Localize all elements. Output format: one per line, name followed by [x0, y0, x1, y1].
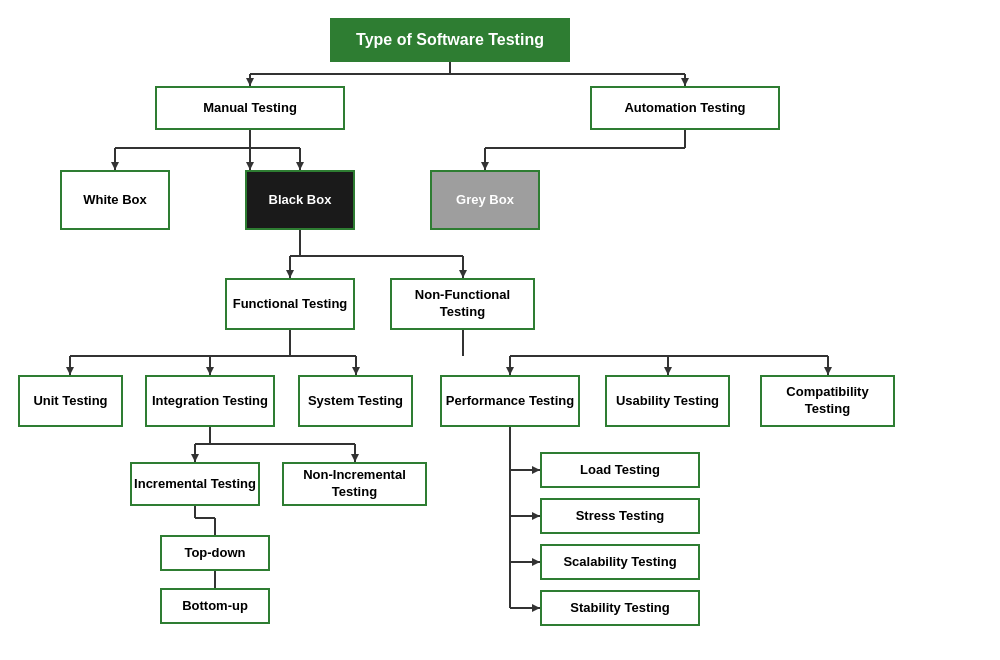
svg-marker-37 [506, 367, 514, 375]
topdown-node: Top-down [160, 535, 270, 571]
load-testing-node: Load Testing [540, 452, 700, 488]
svg-marker-10 [111, 162, 119, 170]
nonincremental-testing-node: Non-Incremental Testing [282, 462, 427, 506]
automation-testing-node: Automation Testing [590, 86, 780, 130]
svg-marker-13 [246, 162, 254, 170]
svg-marker-62 [532, 558, 540, 566]
svg-marker-38 [664, 367, 672, 375]
svg-marker-30 [206, 367, 214, 375]
svg-marker-17 [481, 162, 489, 170]
svg-marker-4 [246, 78, 254, 86]
root-node: Type of Software Testing [330, 18, 570, 62]
stability-testing-node: Stability Testing [540, 590, 700, 626]
svg-marker-5 [681, 78, 689, 86]
svg-marker-31 [352, 367, 360, 375]
grey-box-node: Grey Box [430, 170, 540, 230]
compatibility-testing-node: Compatibility Testing [760, 375, 895, 427]
performance-testing-node: Performance Testing [440, 375, 580, 427]
stress-testing-node: Stress Testing [540, 498, 700, 534]
bottomup-node: Bottom-up [160, 588, 270, 624]
svg-marker-39 [824, 367, 832, 375]
integration-testing-node: Integration Testing [145, 375, 275, 427]
black-box-node: Black Box [245, 170, 355, 230]
svg-marker-65 [532, 604, 540, 612]
unit-testing-node: Unit Testing [18, 375, 123, 427]
white-box-node: White Box [60, 170, 170, 230]
nonfunctional-testing-node: Non-Functional Testing [390, 278, 535, 330]
functional-testing-node: Functional Testing [225, 278, 355, 330]
svg-marker-44 [191, 454, 199, 462]
svg-marker-22 [286, 270, 294, 278]
system-testing-node: System Testing [298, 375, 413, 427]
diagram: Type of Software Testing Manual Testing … [0, 0, 1000, 660]
manual-testing-node: Manual Testing [155, 86, 345, 130]
scalability-testing-node: Scalability Testing [540, 544, 700, 580]
svg-marker-11 [296, 162, 304, 170]
svg-marker-45 [351, 454, 359, 462]
svg-marker-23 [459, 270, 467, 278]
usability-testing-node: Usability Testing [605, 375, 730, 427]
incremental-testing-node: Incremental Testing [130, 462, 260, 506]
svg-marker-29 [66, 367, 74, 375]
connector-lines [0, 0, 1000, 660]
svg-marker-56 [532, 466, 540, 474]
svg-marker-59 [532, 512, 540, 520]
